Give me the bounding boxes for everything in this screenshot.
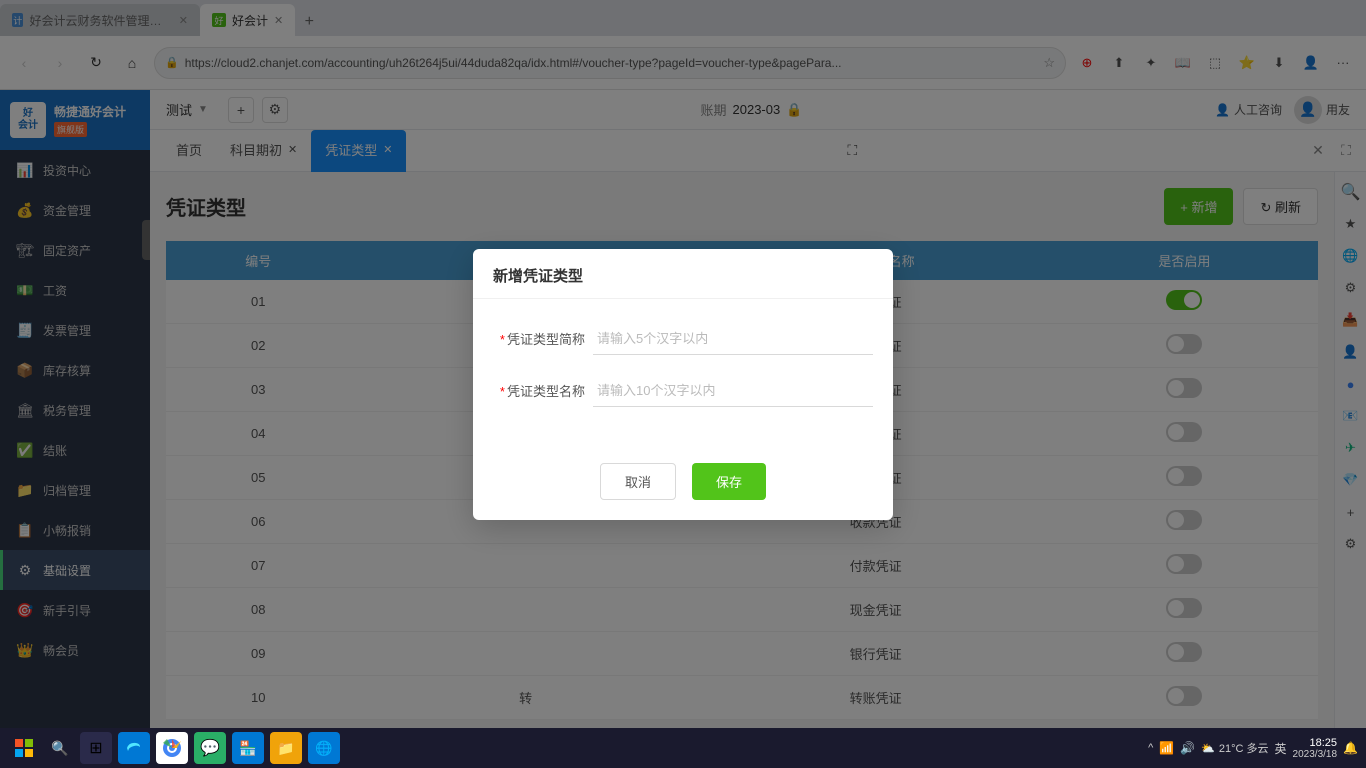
tray-network[interactable]: 📶	[1159, 741, 1174, 755]
weather-display: ⛅ 21°C 多云	[1201, 740, 1268, 756]
taskbar-task-view[interactable]: ⊞	[80, 732, 112, 764]
taskbar: 🔍 ⊞ 💬 🏪 📁 🌐 ^ 📶 🔊 ⛅ 21°C 多云 英 18:25 2023…	[0, 728, 1366, 768]
modal-title: 新增凭证类型	[493, 268, 583, 285]
lang-indicator[interactable]: 英	[1275, 740, 1287, 757]
cancel-button[interactable]: 取消	[600, 463, 676, 500]
modal-body: *凭证类型简称 *凭证类型名称	[473, 299, 893, 451]
taskbar-win-store[interactable]: 🏪	[232, 732, 264, 764]
taskbar-wechat-icon[interactable]: 💬	[194, 732, 226, 764]
save-button[interactable]: 保存	[692, 463, 766, 500]
modal-header: 新增凭证类型	[473, 249, 893, 299]
taskbar-edge2-icon[interactable]: 🌐	[308, 732, 340, 764]
abbr-label: *凭证类型简称	[493, 329, 593, 348]
name-input[interactable]	[593, 375, 873, 407]
notification-icon[interactable]: 🔔	[1343, 741, 1358, 755]
modal-overlay: 新增凭证类型 *凭证类型简称 *凭证类型名称 取消 保存	[0, 0, 1366, 768]
name-required-mark: *	[500, 384, 505, 399]
weather-icon: ⛅	[1201, 742, 1215, 755]
name-label: *凭证类型名称	[493, 381, 593, 400]
taskbar-search-btn[interactable]: 🔍	[46, 734, 74, 762]
weather-text: 21°C 多云	[1219, 740, 1269, 756]
new-voucher-modal: 新增凭证类型 *凭证类型简称 *凭证类型名称 取消 保存	[473, 249, 893, 520]
start-button[interactable]	[8, 732, 40, 764]
abbr-input[interactable]	[593, 323, 873, 355]
clock-display[interactable]: 18:25 2023/3/18	[1293, 737, 1338, 760]
tray-volume[interactable]: 🔊	[1180, 741, 1195, 755]
taskbar-chrome-icon[interactable]	[156, 732, 188, 764]
time-display: 18:25	[1293, 737, 1338, 749]
form-row-name: *凭证类型名称	[493, 375, 873, 407]
modal-footer: 取消 保存	[473, 451, 893, 520]
taskbar-edge-icon[interactable]	[118, 732, 150, 764]
system-tray: ^ 📶 🔊 ⛅ 21°C 多云 英 18:25 2023/3/18 🔔	[1148, 737, 1358, 760]
taskbar-folder[interactable]: 📁	[270, 732, 302, 764]
form-row-abbr: *凭证类型简称	[493, 323, 873, 355]
abbr-required-mark: *	[500, 332, 505, 347]
tray-arrow[interactable]: ^	[1148, 742, 1153, 754]
date-display: 2023/3/18	[1293, 749, 1338, 760]
